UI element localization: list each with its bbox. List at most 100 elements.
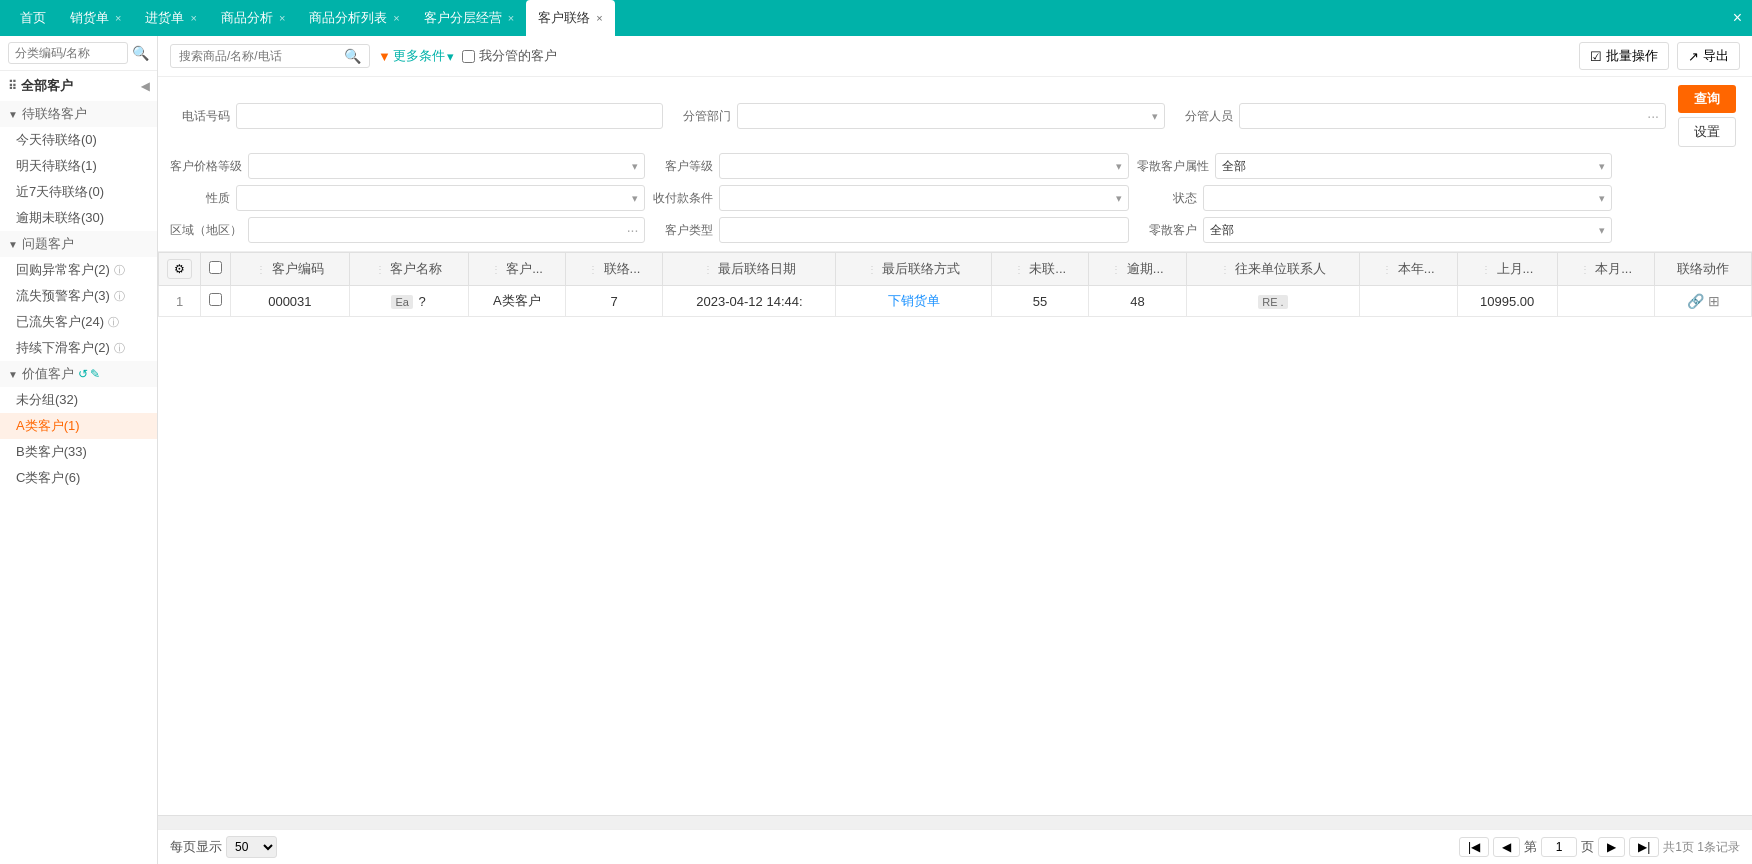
nav-customer-contact-close[interactable]: × xyxy=(596,12,602,24)
row-last-way-link[interactable]: 下销货单 xyxy=(888,293,940,308)
customer-type-input[interactable] xyxy=(719,217,1128,243)
info-icon-2: ⓘ xyxy=(108,315,119,330)
nav-customer-segment-close[interactable]: × xyxy=(508,12,514,24)
query-button[interactable]: 查询 xyxy=(1678,85,1736,113)
sidebar-collapse-icon[interactable]: ◀ xyxy=(141,80,149,93)
nav-analysis[interactable]: 商品分析 × xyxy=(209,0,297,36)
batch-op-button[interactable]: ☑ 批量操作 xyxy=(1579,42,1669,70)
region-select[interactable]: ··· xyxy=(248,217,645,243)
my-customers-label: 我分管的客户 xyxy=(479,47,557,65)
nav-purchase-close[interactable]: × xyxy=(190,12,196,24)
search-input[interactable] xyxy=(179,49,344,63)
person-select[interactable]: ··· xyxy=(1239,103,1666,129)
batch-op-label: 批量操作 xyxy=(1606,47,1658,65)
search-box: 🔍 xyxy=(170,44,370,68)
nav-sales[interactable]: 销货单 × xyxy=(58,0,133,36)
nature-select[interactable]: ▾ xyxy=(236,185,645,211)
sidebar-item-c-class[interactable]: C类客户(6) xyxy=(0,465,157,491)
row-last-month-amt: 10995.00 xyxy=(1480,294,1534,309)
sidebar-problem-group[interactable]: ▼ 问题客户 xyxy=(0,231,157,257)
sidebar-search-input[interactable] xyxy=(8,42,128,64)
scattered-attr-select[interactable]: 全部 ▾ xyxy=(1215,153,1612,179)
col-unit-contact-drag: ⋮ xyxy=(1220,264,1230,275)
row-name-extra: ? xyxy=(419,294,426,309)
sidebar-item-a-class[interactable]: A类客户(1) xyxy=(0,413,157,439)
price-level-select[interactable]: ▾ xyxy=(248,153,645,179)
nav-sales-label: 销货单 xyxy=(70,9,109,27)
sidebar-search-icon[interactable]: 🔍 xyxy=(132,45,149,61)
nav-customer-segment[interactable]: 客户分层经营 × xyxy=(412,0,526,36)
grid-icon: ⠿ xyxy=(8,79,17,93)
nav-analysis-list-close[interactable]: × xyxy=(393,12,399,24)
region-dots-icon[interactable]: ··· xyxy=(627,222,639,238)
nav-purchase[interactable]: 进货单 × xyxy=(133,0,208,36)
col-code-drag: ⋮ xyxy=(256,264,266,275)
select-all-checkbox[interactable] xyxy=(209,261,222,274)
sidebar-item-churn-warning[interactable]: 流失预警客户(3) ⓘ xyxy=(0,283,157,309)
sidebar-all-customers[interactable]: ⠿ 全部客户 ◀ xyxy=(0,71,157,101)
prev-page-btn[interactable]: ◀ xyxy=(1493,837,1520,857)
per-page-select[interactable]: 50 20 100 xyxy=(226,836,277,858)
col-action: 联络动作 xyxy=(1655,253,1752,286)
export-label: 导出 xyxy=(1703,47,1729,65)
scattered-select[interactable]: 全部 ▾ xyxy=(1203,217,1612,243)
sidebar-pending-group[interactable]: ▼ 待联络客户 xyxy=(0,101,157,127)
export-icon: ↗ xyxy=(1688,49,1699,64)
problem-group-label: 问题客户 xyxy=(22,235,74,253)
row-checkbox[interactable] xyxy=(209,293,222,306)
customer-level-select[interactable]: ▾ xyxy=(719,153,1128,179)
status-select[interactable]: ▾ xyxy=(1203,185,1612,211)
scattered-arrow: ▾ xyxy=(1599,224,1605,237)
payment-select[interactable]: ▾ xyxy=(719,185,1128,211)
row-action-link-icon[interactable]: 🔗 xyxy=(1687,293,1704,309)
sidebar-item-ungroup[interactable]: 未分组(32) xyxy=(0,387,157,413)
sidebar-item-b-class[interactable]: B类客户(33) xyxy=(0,439,157,465)
next-page-btn[interactable]: ▶ xyxy=(1598,837,1625,857)
export-button[interactable]: ↗ 导出 xyxy=(1677,42,1740,70)
nav-sales-close[interactable]: × xyxy=(115,12,121,24)
nature-arrow: ▾ xyxy=(632,192,638,205)
value-group-refresh-icon[interactable]: ↺ xyxy=(78,367,88,381)
setting-button[interactable]: 设置 xyxy=(1678,117,1736,147)
col-no-contact: ⋮ 未联... xyxy=(991,253,1088,286)
sidebar-item-tomorrow[interactable]: 明天待联络(1) xyxy=(0,153,157,179)
nav-analysis-list[interactable]: 商品分析列表 × xyxy=(297,0,411,36)
sidebar-item-7days[interactable]: 近7天待联络(0) xyxy=(0,179,157,205)
sidebar-value-group[interactable]: ▼ 价值客户 ↺ ✎ xyxy=(0,361,157,387)
filter-more-btn[interactable]: ▼ 更多条件 ▾ xyxy=(378,47,454,65)
sidebar-item-churned[interactable]: 已流失客户(24) ⓘ xyxy=(0,309,157,335)
horizontal-scrollbar[interactable] xyxy=(158,815,1752,829)
payment-label: 收付款条件 xyxy=(653,190,713,207)
first-page-btn[interactable]: |◀ xyxy=(1459,837,1489,857)
value-group-edit-icon[interactable]: ✎ xyxy=(90,367,100,381)
filter-actions: 查询 设置 xyxy=(1674,85,1740,147)
row-action-grid-icon[interactable]: ⊞ xyxy=(1708,293,1720,309)
nav-customer-contact[interactable]: 客户联络 × xyxy=(526,0,614,36)
dept-select[interactable]: ▾ xyxy=(737,103,1164,129)
gear-button[interactable]: ⚙ xyxy=(167,259,192,279)
phone-input[interactable] xyxy=(236,103,663,129)
top-nav: 首页 销货单 × 进货单 × 商品分析 × 商品分析列表 × 客户分层经营 × … xyxy=(0,0,1752,36)
search-icon[interactable]: 🔍 xyxy=(344,48,361,64)
sidebar-item-overdue[interactable]: 逾期未联络(30) xyxy=(0,205,157,231)
nav-home[interactable]: 首页 xyxy=(8,0,58,36)
col-last-way-drag: ⋮ xyxy=(867,264,877,275)
my-customers-checkbox[interactable] xyxy=(462,50,475,63)
row-unit-contact: RE . xyxy=(1258,295,1287,309)
price-level-label: 客户价格等级 xyxy=(170,158,242,175)
my-customers-filter[interactable]: 我分管的客户 xyxy=(462,47,557,65)
person-dots-icon[interactable]: ··· xyxy=(1647,108,1659,124)
sidebar-item-declining[interactable]: 持续下滑客户(2) ⓘ xyxy=(0,335,157,361)
col-type-drag: ⋮ xyxy=(491,264,501,275)
last-page-btn[interactable]: ▶| xyxy=(1629,837,1659,857)
nav-analysis-close[interactable]: × xyxy=(279,12,285,24)
sidebar-item-churned-label: 已流失客户(24) xyxy=(16,313,104,331)
close-all-tabs-icon[interactable]: × xyxy=(1733,9,1742,27)
sidebar-item-repurchase-abnormal[interactable]: 回购异常客户(2) ⓘ xyxy=(0,257,157,283)
adv-filter-row-1: 电话号码 分管部门 ▾ 分管人员 ··· xyxy=(170,85,1740,147)
page-number-input[interactable] xyxy=(1541,837,1577,857)
sidebar-item-today[interactable]: 今天待联络(0) xyxy=(0,127,157,153)
col-no-contact-label: 未联... xyxy=(1029,261,1066,276)
col-last-way: ⋮ 最后联络方式 xyxy=(836,253,991,286)
sidebar: 🔍 ⠿ 全部客户 ◀ ▼ 待联络客户 今天待联络(0) 明天待联络(1) 近7天… xyxy=(0,36,158,864)
